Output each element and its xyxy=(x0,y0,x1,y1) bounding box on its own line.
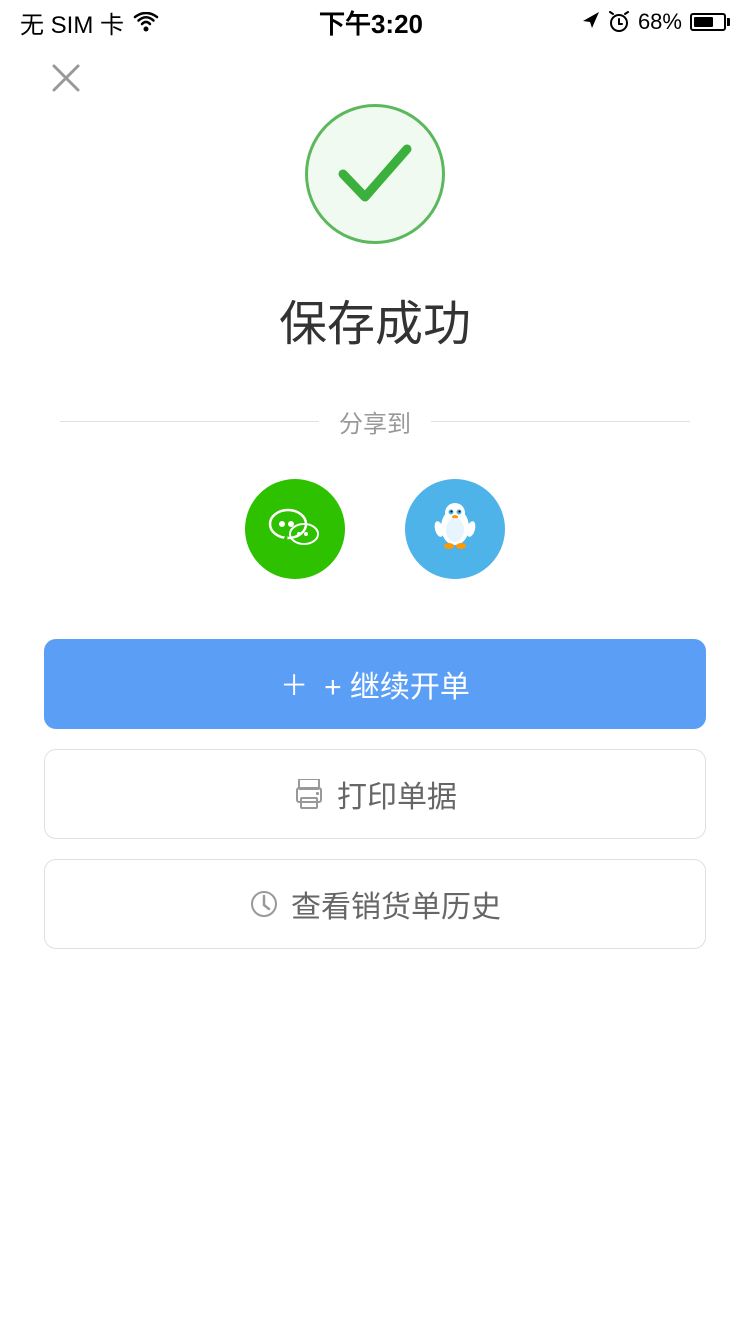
wifi-icon xyxy=(132,12,160,32)
qq-icon xyxy=(425,499,485,559)
continue-label: + 继续开单 xyxy=(324,662,470,706)
sim-status: 无 SIM 卡 xyxy=(20,5,124,40)
share-divider: 分享到 xyxy=(0,404,750,439)
battery-icon xyxy=(690,13,730,31)
wechat-icon xyxy=(266,504,324,554)
close-button[interactable] xyxy=(44,56,88,100)
success-title: 保存成功 xyxy=(279,284,471,354)
clock-icon xyxy=(249,889,279,919)
alarm-icon xyxy=(608,11,630,33)
location-icon xyxy=(582,11,600,33)
status-bar: 无 SIM 卡 下午3:20 68% xyxy=(0,0,750,44)
share-label: 分享到 xyxy=(319,404,431,439)
history-button[interactable]: 查看销货单历史 xyxy=(44,859,706,949)
divider-line-left xyxy=(60,421,319,422)
success-icon-circle xyxy=(305,104,445,244)
status-left: 无 SIM 卡 xyxy=(20,5,160,40)
continue-button[interactable]: ＋ + 继续开单 xyxy=(44,639,706,729)
status-right: 68% xyxy=(582,9,730,35)
checkmark-icon xyxy=(335,139,415,209)
printer-icon xyxy=(293,779,325,809)
share-icons-container xyxy=(245,479,505,579)
divider-line-right xyxy=(431,421,690,422)
close-icon xyxy=(48,60,84,96)
action-buttons: ＋ + 继续开单 打印单据 查看销货单历史 xyxy=(0,639,750,949)
history-label: 查看销货单历史 xyxy=(291,882,501,926)
main-content: 保存成功 分享到 xyxy=(0,44,750,949)
plus-icon: ＋ xyxy=(280,664,308,704)
qq-share-button[interactable] xyxy=(405,479,505,579)
print-button[interactable]: 打印单据 xyxy=(44,749,706,839)
print-label: 打印单据 xyxy=(337,772,457,816)
status-time: 下午3:20 xyxy=(319,4,423,41)
battery-percent: 68% xyxy=(638,9,682,35)
wechat-share-button[interactable] xyxy=(245,479,345,579)
